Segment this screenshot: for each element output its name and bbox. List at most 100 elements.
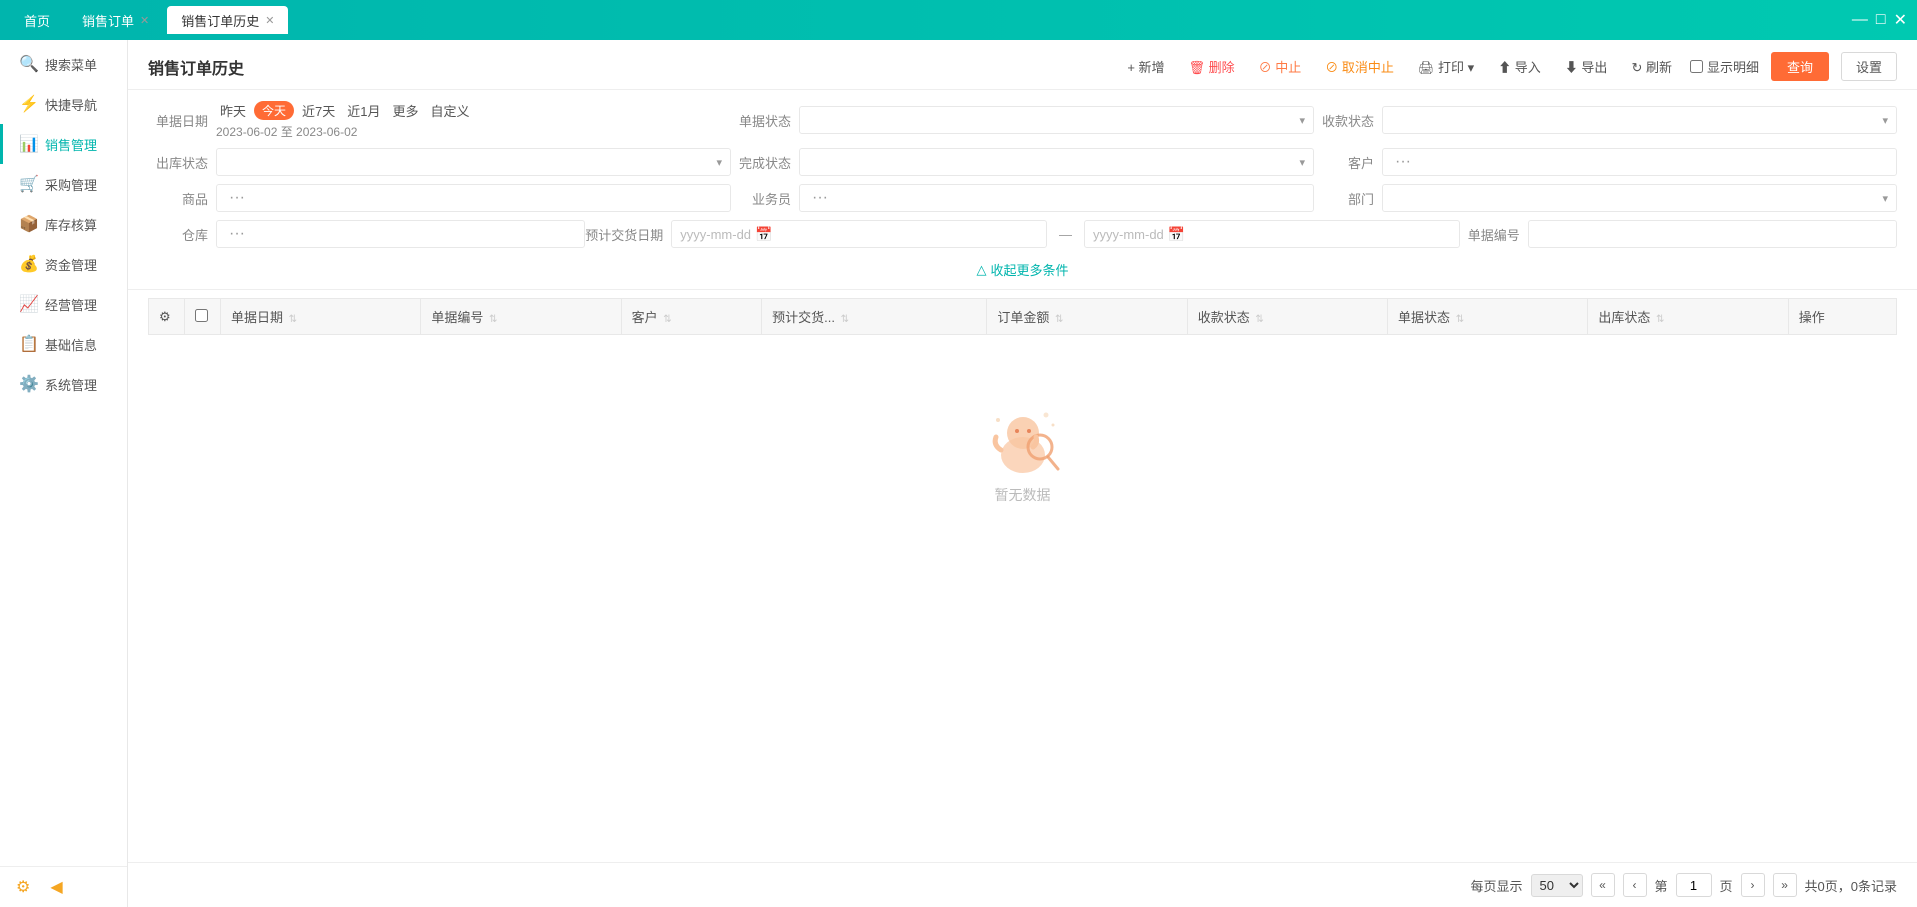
sidebar-item-inventory[interactable]: 📦 库存核算 xyxy=(0,204,127,244)
complete-status-select[interactable]: ▾ xyxy=(799,148,1314,176)
first-page-button[interactable]: « xyxy=(1591,873,1615,897)
system-icon: ⚙️ xyxy=(19,374,37,394)
print-button[interactable]: 🖨 打印 ▾ xyxy=(1412,54,1480,79)
delivery-status-select[interactable]: ▾ xyxy=(216,148,731,176)
sort-icon-number[interactable]: ⇅ xyxy=(489,314,497,325)
date-btn-today[interactable]: 今天 xyxy=(254,101,294,120)
prev-page-button[interactable]: ‹ xyxy=(1623,873,1647,897)
settings-icon[interactable]: ⚙ xyxy=(16,877,30,897)
date-btn-custom[interactable]: 自定义 xyxy=(427,100,474,121)
add-button[interactable]: + 新增 xyxy=(1121,54,1170,79)
delivery-date-from[interactable]: yyyy-mm-dd 📅 xyxy=(671,220,1047,248)
close-tab-sales-order[interactable]: ✕ xyxy=(140,14,149,27)
sort-icon-delivery[interactable]: ⇅ xyxy=(1656,314,1664,325)
salesperson-input[interactable]: ··· xyxy=(799,184,1314,212)
tab-sales-order[interactable]: 销售订单 ✕ xyxy=(68,6,163,34)
delete-button[interactable]: 🗑 删除 xyxy=(1183,54,1241,79)
salesperson-dots[interactable]: ··· xyxy=(808,189,832,207)
order-number-input[interactable] xyxy=(1528,220,1897,248)
warehouse-dots[interactable]: ··· xyxy=(225,225,249,243)
page-number-input[interactable] xyxy=(1676,873,1712,897)
collapse-bar[interactable]: △ 收起更多条件 xyxy=(148,256,1897,279)
collapse-sidebar-icon[interactable]: ◀ xyxy=(50,877,62,897)
date-label: 单据日期 xyxy=(148,111,208,130)
tab-home[interactable]: 首页 xyxy=(10,6,64,34)
export-button[interactable]: ⬇ 导出 xyxy=(1559,54,1614,79)
search-icon: 🔍 xyxy=(19,54,37,74)
sales-icon: 📊 xyxy=(19,134,37,154)
customer-dots[interactable]: ··· xyxy=(1391,153,1415,171)
date-btn-more[interactable]: 更多 xyxy=(389,100,423,121)
chevron-up-icon: △ xyxy=(976,262,986,278)
filter-order-number: 单据编号 xyxy=(1460,220,1897,248)
sort-icon-amount[interactable]: ⇅ xyxy=(1055,314,1063,325)
filter-row-1: 单据日期 昨天 今天 近7天 近1月 更多 自定义 2023-06-02 至 2… xyxy=(148,100,1897,140)
th-order-status: 单据状态 ⇅ xyxy=(1388,299,1588,335)
calendar-icon: 📅 xyxy=(755,226,772,243)
basic-info-icon: 📋 xyxy=(19,334,37,354)
main-layout: 🔍 搜索菜单 ⚡ 快捷导航 📊 销售管理 🛒 采购管理 📦 库存核算 💰 资金管… xyxy=(0,40,1917,907)
sidebar-item-basic-info[interactable]: 📋 基础信息 xyxy=(0,324,127,364)
warehouse-input[interactable]: ··· xyxy=(216,220,585,248)
date-btn-7days[interactable]: 近7天 xyxy=(298,100,339,121)
sidebar-item-system[interactable]: ⚙️ 系统管理 xyxy=(0,364,127,404)
collapse-label: 收起更多条件 xyxy=(990,260,1068,279)
th-action: 操作 xyxy=(1788,299,1896,335)
quick-nav-icon: ⚡ xyxy=(19,94,37,114)
receipt-status-label: 收款状态 xyxy=(1314,111,1374,130)
sidebar-item-quick-nav[interactable]: ⚡ 快捷导航 xyxy=(0,84,127,124)
th-number-label: 单据编号 xyxy=(431,310,483,325)
cancel-stop-button[interactable]: ⊘ 取消中止 xyxy=(1319,54,1400,79)
settings-icon2[interactable]: ⚙ xyxy=(159,309,171,324)
refresh-button[interactable]: ↻ 刷新 xyxy=(1625,54,1678,79)
filter-row-2: 出库状态 ▾ 完成状态 ▾ 客户 ··· xyxy=(148,148,1897,176)
sidebar-item-search[interactable]: 🔍 搜索菜单 xyxy=(0,44,127,84)
sort-icon-order[interactable]: ⇅ xyxy=(1456,314,1464,325)
order-status-select[interactable]: ▾ xyxy=(799,106,1314,134)
th-delivery-status-label: 出库状态 xyxy=(1598,310,1650,325)
top-bar: 首页 销售订单 ✕ 销售订单历史 ✕ — □ ✕ xyxy=(0,0,1917,40)
last-page-button[interactable]: » xyxy=(1773,873,1797,897)
page-label-before: 第 xyxy=(1655,876,1668,895)
customer-input[interactable]: ··· xyxy=(1382,148,1897,176)
sidebar-item-operations[interactable]: 📈 经营管理 xyxy=(0,284,127,324)
sidebar-item-sales[interactable]: 📊 销售管理 xyxy=(0,124,127,164)
sort-icon-receipt[interactable]: ⇅ xyxy=(1255,314,1263,325)
date-btn-yesterday[interactable]: 昨天 xyxy=(216,100,250,121)
close-tab-history[interactable]: ✕ xyxy=(265,14,274,27)
th-date-label: 单据日期 xyxy=(231,310,283,325)
sidebar-item-finance[interactable]: 💰 资金管理 xyxy=(0,244,127,284)
setting-button[interactable]: 设置 xyxy=(1841,52,1897,81)
tab-sales-order-history[interactable]: 销售订单历史 ✕ xyxy=(167,6,288,34)
data-table: ⚙ 单据日期 ⇅ 单据编号 ⇅ xyxy=(148,298,1897,335)
toolbar: + 新增 🗑 删除 ⊘ 中止 ⊘ 取消中止 🖨 打印 ▾ ⬆ 导入 ⬇ 导出 ↻… xyxy=(1121,52,1897,81)
product-input[interactable]: ··· xyxy=(216,184,731,212)
th-receipt-status-label: 收款状态 xyxy=(1198,310,1250,325)
next-page-button[interactable]: › xyxy=(1741,873,1765,897)
product-dots[interactable]: ··· xyxy=(225,189,249,207)
import-button[interactable]: ⬆ 导入 xyxy=(1492,54,1547,79)
close-window-button[interactable]: ✕ xyxy=(1894,10,1907,30)
sort-icon-date[interactable]: ⇅ xyxy=(289,314,297,325)
total-records: 共0页，0条记录 xyxy=(1805,876,1897,895)
th-number: 单据编号 ⇅ xyxy=(421,299,621,335)
query-button[interactable]: 查询 xyxy=(1771,52,1829,81)
chevron-down-icon5: ▾ xyxy=(1882,192,1888,205)
department-select[interactable]: ▾ xyxy=(1382,184,1897,212)
page-size-select[interactable]: 50 10 20 100 xyxy=(1531,874,1583,897)
select-all-checkbox[interactable] xyxy=(195,309,208,322)
date-btn-1month[interactable]: 近1月 xyxy=(343,100,384,121)
show-detail-checkbox[interactable]: 显示明细 xyxy=(1690,57,1759,76)
warehouse-label: 仓库 xyxy=(148,225,208,244)
sort-icon-delivery-date[interactable]: ⇅ xyxy=(841,314,849,325)
sort-icon-customer[interactable]: ⇅ xyxy=(663,314,671,325)
sidebar-item-purchase[interactable]: 🛒 采购管理 xyxy=(0,164,127,204)
stop-button[interactable]: ⊘ 中止 xyxy=(1253,54,1308,79)
receipt-status-select[interactable]: ▾ xyxy=(1382,106,1897,134)
minimize-button[interactable]: — xyxy=(1852,11,1868,29)
show-detail-input[interactable] xyxy=(1690,60,1703,73)
th-customer-label: 客户 xyxy=(632,310,658,325)
maximize-button[interactable]: □ xyxy=(1876,11,1886,29)
filter-row-3: 商品 ··· 业务员 ··· 部门 ▾ xyxy=(148,184,1897,212)
delivery-date-to[interactable]: yyyy-mm-dd 📅 xyxy=(1084,220,1460,248)
